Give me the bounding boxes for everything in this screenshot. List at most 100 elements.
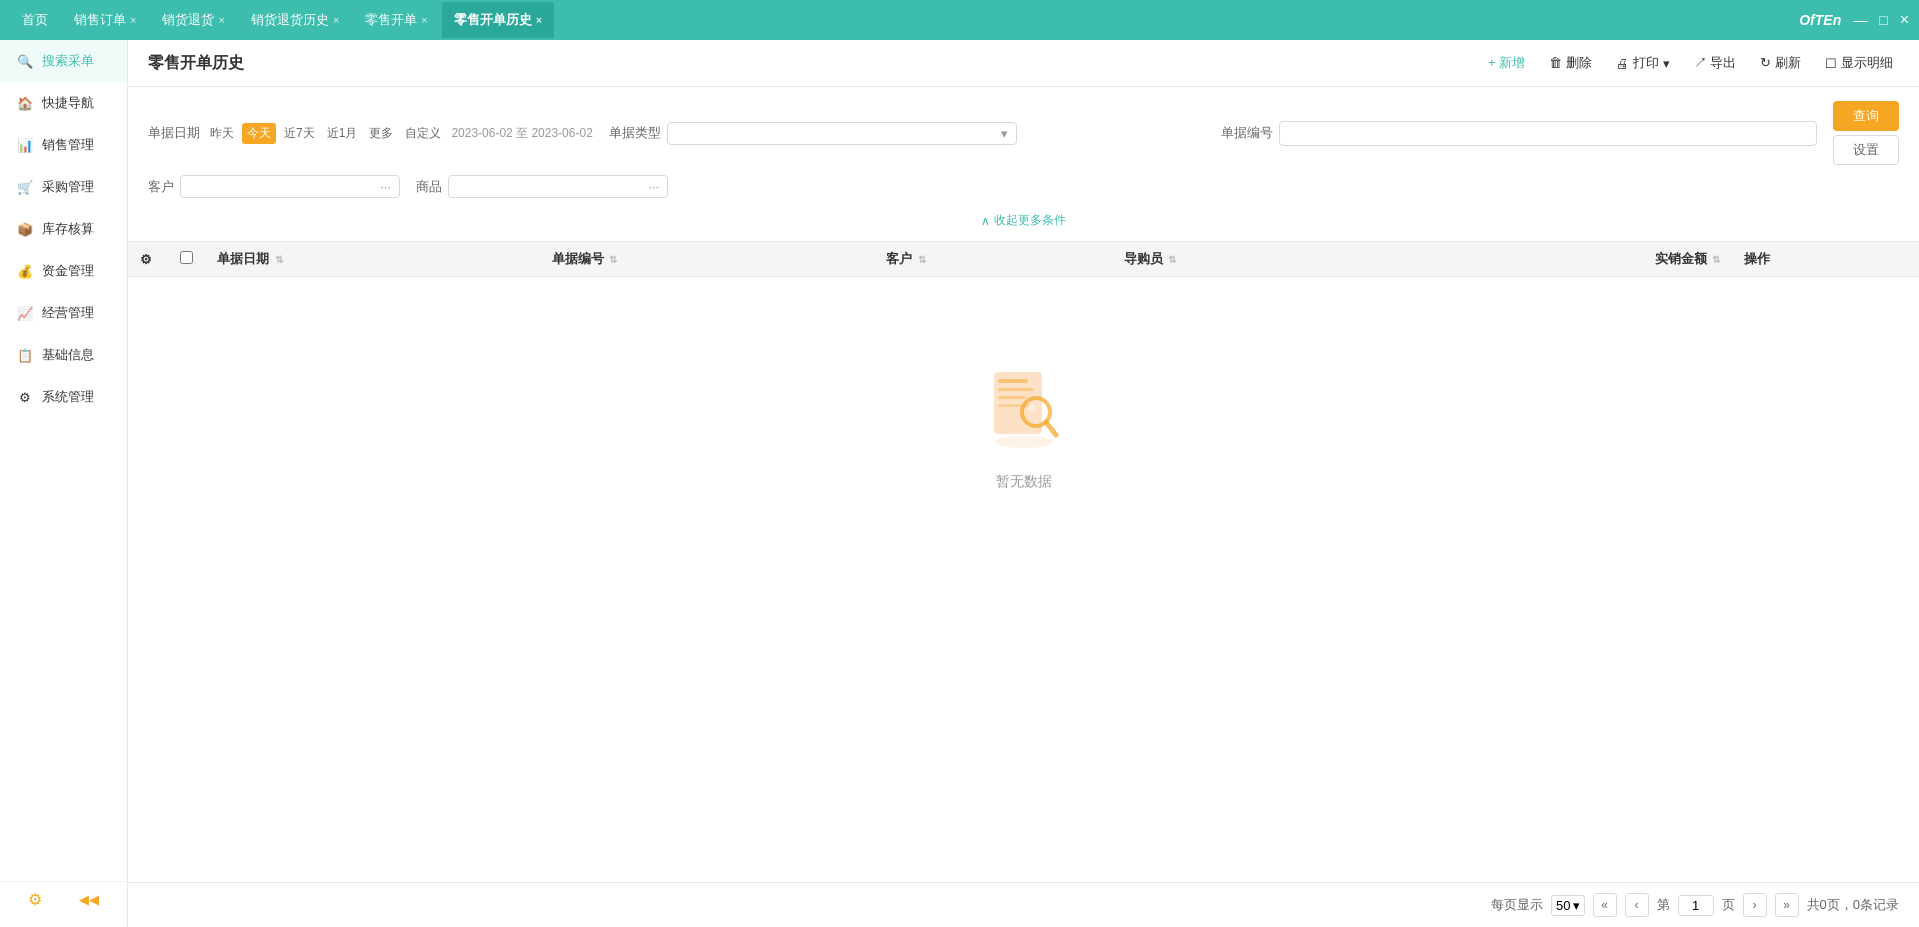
page-unit-label: 页 bbox=[1722, 896, 1735, 914]
tab-sales-order[interactable]: 销售订单× bbox=[62, 2, 148, 38]
th-guide-sort[interactable]: ⇅ bbox=[1168, 254, 1176, 265]
sidebar-bottom: ⚙ ◀◀ bbox=[0, 881, 127, 917]
sales-mgmt-icon: 📊 bbox=[16, 136, 34, 154]
sidebar-collapse-icon[interactable]: ◀◀ bbox=[79, 892, 99, 907]
sidebar-label-operations: 经营管理 bbox=[42, 304, 94, 322]
shortcut-custom[interactable]: 自定义 bbox=[401, 123, 445, 144]
tab-close-sales-order[interactable]: × bbox=[130, 14, 136, 26]
sidebar-label-finance: 资金管理 bbox=[42, 262, 94, 280]
goods-field: 商品 ··· bbox=[416, 175, 668, 198]
query-settings: 查询 设置 bbox=[1833, 101, 1899, 165]
sidebar-item-system[interactable]: ⚙系统管理 bbox=[0, 376, 127, 418]
top-nav-tabs: 首页销售订单×销货退货×销货退货历史×零售开单×零售开单历史× bbox=[10, 2, 1799, 38]
purchase-mgmt-icon: 🛒 bbox=[16, 178, 34, 196]
sidebar-item-search[interactable]: 🔍搜索采单 bbox=[0, 40, 127, 82]
print-label: 打印 bbox=[1633, 54, 1659, 72]
export-button[interactable]: ↗ 导出 bbox=[1688, 50, 1743, 76]
tab-close-sales-return[interactable]: × bbox=[218, 14, 224, 26]
th-date: 单据日期 ⇅ bbox=[205, 242, 540, 277]
th-doc-no-label: 单据编号 bbox=[552, 251, 604, 266]
tab-close-sales-return-history[interactable]: × bbox=[333, 14, 339, 26]
gear-icon[interactable]: ⚙ bbox=[140, 252, 152, 267]
display-detail-button[interactable]: ☐ 显示明细 bbox=[1819, 50, 1899, 76]
th-amount-label: 实销金额 bbox=[1655, 251, 1707, 266]
sidebar-item-finance[interactable]: 💰 资金管理 bbox=[0, 250, 127, 292]
tab-home[interactable]: 首页 bbox=[10, 2, 60, 38]
search-panel: 单据日期 昨天 今天 近7天 近1月 更多 自定义 2023-06-02 至 2… bbox=[128, 87, 1919, 242]
select-all-checkbox[interactable] bbox=[180, 251, 193, 264]
page-size-value: 50 bbox=[1556, 898, 1570, 913]
page-label: 第 bbox=[1657, 896, 1670, 914]
collapse-chevron: ∧ bbox=[981, 214, 990, 228]
th-action: 操作 bbox=[1732, 242, 1919, 277]
sidebar-label-sales-mgmt: 销售管理 bbox=[42, 136, 94, 154]
date-range-display: 2023-06-02 至 2023-06-02 bbox=[451, 125, 592, 142]
page-title: 零售开单历史 bbox=[148, 53, 244, 74]
prev-page-btn[interactable]: ‹ bbox=[1625, 893, 1649, 917]
tab-close-retail-open[interactable]: × bbox=[421, 14, 427, 26]
close-window-btn[interactable]: × bbox=[1900, 11, 1909, 29]
doc-type-select[interactable]: ▾ bbox=[667, 122, 1017, 145]
th-gear: ⚙ bbox=[128, 242, 168, 277]
sidebar-label-inventory: 库存核算 bbox=[42, 220, 94, 238]
sidebar-item-basic-info[interactable]: 📋基础信息 bbox=[0, 334, 127, 376]
sidebar-label-purchase-mgmt: 采购管理 bbox=[42, 178, 94, 196]
sidebar-item-quick-nav[interactable]: 🏠 快捷导航 bbox=[0, 82, 127, 124]
first-page-btn[interactable]: « bbox=[1593, 893, 1617, 917]
table-area: ⚙ 单据日期 ⇅ 单据编号 ⇅ bbox=[128, 242, 1919, 882]
shortcut-7days[interactable]: 近7天 bbox=[280, 123, 319, 144]
page-size-arrow: ▾ bbox=[1573, 898, 1580, 913]
operations-icon: 📈 bbox=[16, 304, 34, 322]
date-shortcuts: 昨天 今天 近7天 近1月 更多 自定义 bbox=[206, 123, 445, 144]
th-date-label: 单据日期 bbox=[217, 251, 269, 266]
svg-rect-2 bbox=[998, 379, 1028, 383]
shortcut-yesterday[interactable]: 昨天 bbox=[206, 123, 238, 144]
shortcut-1month[interactable]: 近1月 bbox=[323, 123, 362, 144]
doc-type-field: 单据类型 ▾ bbox=[609, 122, 1205, 145]
tab-close-retail-open-history[interactable]: × bbox=[536, 14, 542, 26]
tab-retail-open[interactable]: 零售开单× bbox=[353, 2, 439, 38]
sidebar-label-system: 系统管理 bbox=[42, 388, 94, 406]
sidebar-settings-icon[interactable]: ⚙ bbox=[28, 890, 42, 909]
shortcut-more[interactable]: 更多 bbox=[365, 123, 397, 144]
th-customer: 客户 ⇅ bbox=[874, 242, 1112, 277]
doc-no-input[interactable] bbox=[1279, 121, 1817, 146]
query-button[interactable]: 查询 bbox=[1833, 101, 1899, 131]
collapse-button[interactable]: ∧ 收起更多条件 bbox=[981, 212, 1066, 229]
th-date-sort[interactable]: ⇅ bbox=[275, 254, 283, 265]
refresh-button[interactable]: ↻ 刷新 bbox=[1754, 50, 1807, 76]
doc-no-label: 单据编号 bbox=[1221, 124, 1273, 142]
page-total: 共0页，0条记录 bbox=[1807, 896, 1899, 914]
th-amount-sort[interactable]: ⇅ bbox=[1712, 254, 1720, 265]
sidebar-item-operations[interactable]: 📈 经营管理 bbox=[0, 292, 127, 334]
finance-icon: 💰 bbox=[16, 262, 34, 280]
settings-button[interactable]: 设置 bbox=[1833, 135, 1899, 165]
tab-sales-return[interactable]: 销货退货× bbox=[150, 2, 236, 38]
current-page-input[interactable] bbox=[1678, 895, 1714, 916]
quick-nav-icon: 🏠 bbox=[16, 94, 34, 112]
per-page-label: 每页显示 bbox=[1491, 896, 1543, 914]
sidebar-label-quick-nav: 快捷导航 bbox=[42, 94, 94, 112]
delete-button[interactable]: 🗑 删除 bbox=[1543, 50, 1598, 76]
th-customer-sort[interactable]: ⇅ bbox=[918, 254, 926, 265]
minimize-btn[interactable]: — bbox=[1853, 12, 1867, 28]
last-page-btn[interactable]: » bbox=[1775, 893, 1799, 917]
tab-retail-open-history[interactable]: 零售开单历史× bbox=[442, 2, 554, 38]
goods-input[interactable]: ··· bbox=[448, 175, 668, 198]
empty-illustration bbox=[974, 357, 1074, 457]
restore-btn[interactable]: □ bbox=[1879, 12, 1887, 28]
page-size-select[interactable]: 50 ▾ bbox=[1551, 895, 1584, 916]
collapse-row: ∧ 收起更多条件 bbox=[148, 208, 1899, 233]
print-button[interactable]: 🖨 打印 ▾ bbox=[1610, 50, 1676, 76]
tab-sales-return-history[interactable]: 销货退货历史× bbox=[239, 2, 351, 38]
add-button[interactable]: + 新增 bbox=[1482, 50, 1531, 76]
th-doc-no-sort[interactable]: ⇅ bbox=[609, 254, 617, 265]
next-page-btn[interactable]: › bbox=[1743, 893, 1767, 917]
sidebar: 🔍搜索采单 🏠 快捷导航 📊 销售管理 🛒 采购管理 📦库存核算 💰 资金管理 📈 经营管理 📋基础信息… bbox=[0, 40, 128, 927]
customer-input[interactable]: ··· bbox=[180, 175, 400, 198]
sidebar-item-purchase-mgmt[interactable]: 🛒 采购管理 bbox=[0, 166, 127, 208]
sidebar-item-inventory[interactable]: 📦库存核算 bbox=[0, 208, 127, 250]
shortcut-today[interactable]: 今天 bbox=[242, 123, 276, 144]
brand-label: OfTEn bbox=[1799, 12, 1841, 28]
sidebar-item-sales-mgmt[interactable]: 📊 销售管理 bbox=[0, 124, 127, 166]
